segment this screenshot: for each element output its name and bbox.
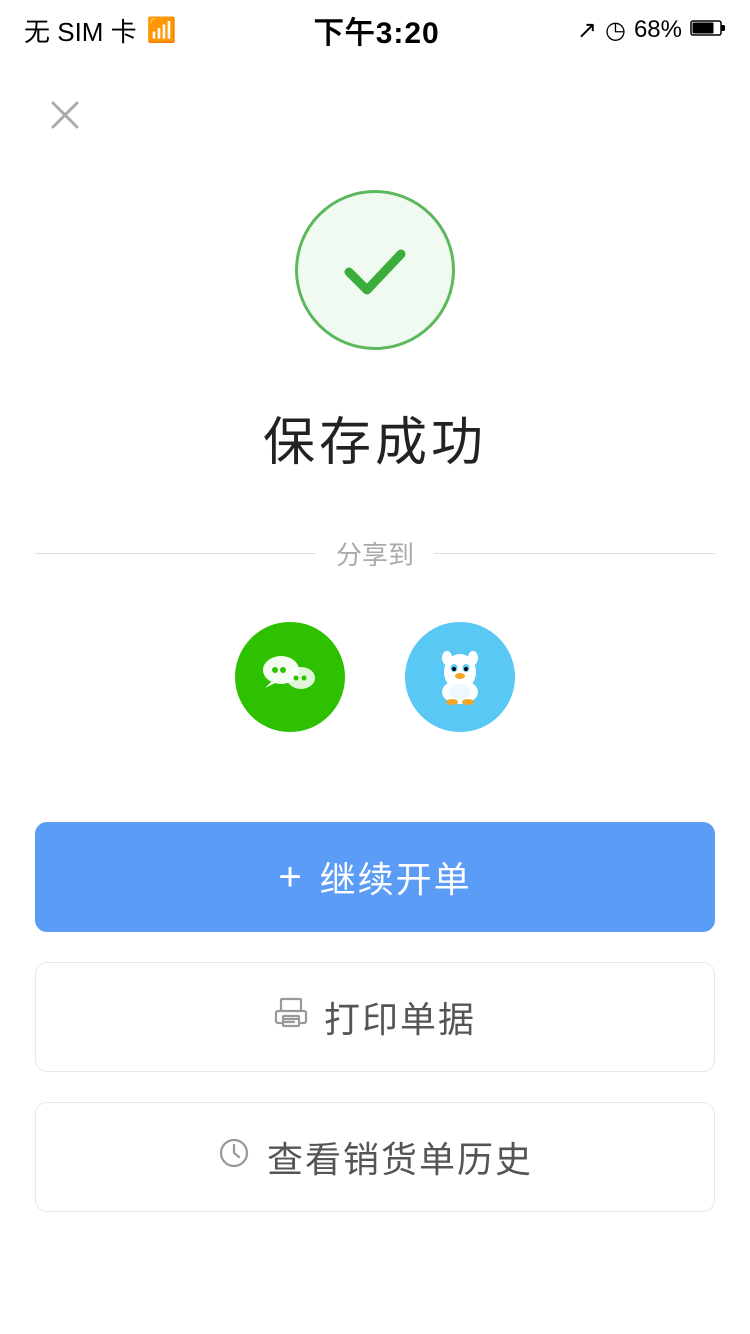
status-time: 下午3:20 xyxy=(314,8,440,52)
status-right: ↗ ◷ 68% xyxy=(577,16,726,45)
page-content: 保存成功 分享到 xyxy=(0,60,750,1334)
status-bar: 无 SIM 卡 📶 下午3:20 ↗ ◷ 68% xyxy=(0,0,750,60)
history-button[interactable]: 查看销货单历史 xyxy=(35,1102,715,1212)
close-button[interactable] xyxy=(40,90,90,140)
continue-button[interactable]: + 继续开单 xyxy=(35,822,715,932)
location-icon: ↗ xyxy=(577,16,597,45)
share-icons xyxy=(235,622,515,732)
status-left: 无 SIM 卡 📶 xyxy=(24,12,177,49)
buttons-section: + 继续开单 打印单据 xyxy=(35,822,715,1212)
wifi-icon: 📶 xyxy=(147,16,177,45)
qq-share-button[interactable] xyxy=(405,622,515,732)
no-sim-label: 无 SIM 卡 xyxy=(24,12,137,49)
divider-left xyxy=(35,553,316,554)
battery-icon xyxy=(690,16,726,44)
battery-label: 68% xyxy=(634,16,682,44)
share-label: 分享到 xyxy=(336,535,414,572)
divider-row: 分享到 xyxy=(35,535,715,572)
plus-icon: + xyxy=(278,857,303,897)
history-label: 查看销货单历史 xyxy=(267,1131,533,1183)
print-label: 打印单据 xyxy=(324,991,476,1043)
success-icon xyxy=(295,190,455,350)
alarm-icon: ◷ xyxy=(605,16,626,45)
print-button[interactable]: 打印单据 xyxy=(35,962,715,1072)
wechat-share-button[interactable] xyxy=(235,622,345,732)
share-section: 分享到 xyxy=(0,535,750,732)
printer-icon xyxy=(274,996,308,1039)
continue-label: 继续开单 xyxy=(320,851,472,903)
success-title: 保存成功 xyxy=(263,400,487,475)
clock-icon xyxy=(217,1136,251,1179)
divider-right xyxy=(434,553,715,554)
